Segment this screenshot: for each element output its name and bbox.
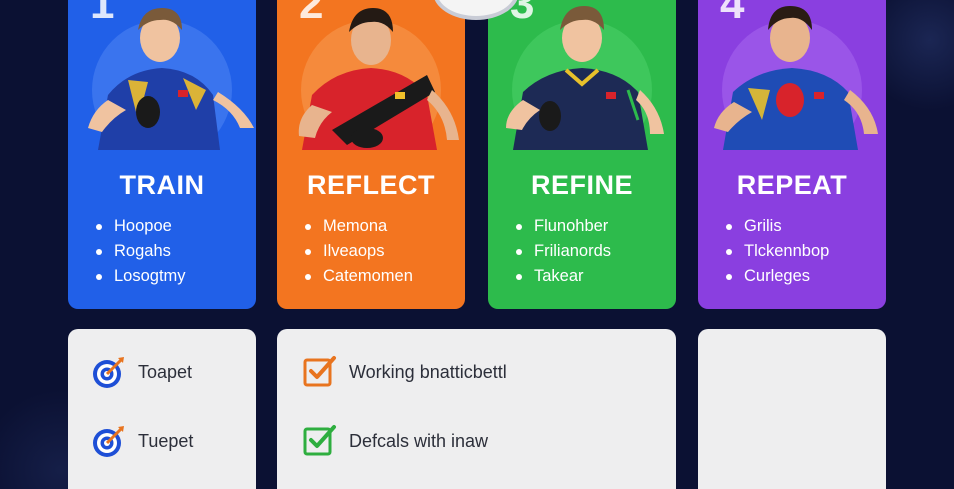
stage-number: 1: [90, 0, 115, 28]
stage-card-refine: 3 REFINE Flunohber Frilianords Takear: [488, 0, 676, 309]
goal-item: Tuepet: [92, 424, 193, 458]
stage-card-reflect: 2 REFLECT Memona Ilveaops Catemomen: [277, 0, 465, 309]
target-icon: [93, 426, 124, 457]
page: 1 TRAIN Hoopoe Rogahs Losogtmy 2 REFLECT…: [0, 0, 954, 489]
checklist-label: Working bnatticbettl: [349, 361, 507, 382]
player-photo: 1: [68, 0, 256, 150]
stage-list: Hoopoe Rogahs Losogtmy: [94, 214, 186, 289]
stage-list: Flunohber Frilianords Takear: [514, 214, 611, 289]
stage-title: REFLECT: [307, 170, 435, 200]
list-item: Takear: [514, 264, 611, 289]
stage-title: TRAIN: [119, 170, 205, 200]
checklist-item: Defcals with inaw: [303, 424, 488, 458]
stage-title: REFINE: [530, 170, 633, 200]
goal-item: Toapet: [92, 355, 192, 389]
list-item: Losogtmy: [94, 264, 186, 289]
list-item: Hoopoe: [94, 214, 186, 239]
checklist-label: Defcals with inaw: [349, 430, 489, 451]
list-item: Rogahs: [94, 239, 186, 264]
stage-number: 2: [299, 0, 324, 28]
stage-card-train: 1 TRAIN Hoopoe Rogahs Losogtmy: [68, 0, 256, 309]
stage-list: Memona Ilveaops Catemomen: [303, 214, 413, 289]
list-item: Curleges: [724, 264, 829, 289]
checkbox-orange-icon: [303, 356, 336, 387]
checklist-item: Working bnatticbettl: [303, 355, 507, 389]
empty-card: [698, 329, 886, 489]
stage-list: Grilis Tlckennbop Curleges: [724, 214, 829, 289]
player-photo: 4: [698, 0, 886, 150]
list-item: Tlckennbop: [724, 239, 829, 264]
goal-label: Tuepet: [138, 430, 194, 451]
list-item: Frilianords: [514, 239, 611, 264]
stage-title: REPEAT: [736, 170, 848, 200]
list-item: Ilveaops: [303, 239, 413, 264]
stage-card-repeat: 4 REPEAT Grilis Tlckennbop Curleges: [698, 0, 886, 309]
list-item: Memona: [303, 214, 413, 239]
goals-card: Toapet Tuepet: [68, 329, 256, 489]
checklist-card: Working bnatticbettl Defcals with inaw: [277, 329, 676, 489]
goal-label: Toapet: [138, 361, 193, 382]
player-photo: 2: [277, 0, 465, 150]
list-item: Catemomen: [303, 264, 413, 289]
target-icon: [93, 357, 124, 388]
list-item: Flunohber: [514, 214, 611, 239]
list-item: Grilis: [724, 214, 829, 239]
stage-number: 4: [720, 0, 745, 28]
checkbox-green-icon: [303, 425, 336, 456]
player-photo: 3: [488, 0, 676, 150]
